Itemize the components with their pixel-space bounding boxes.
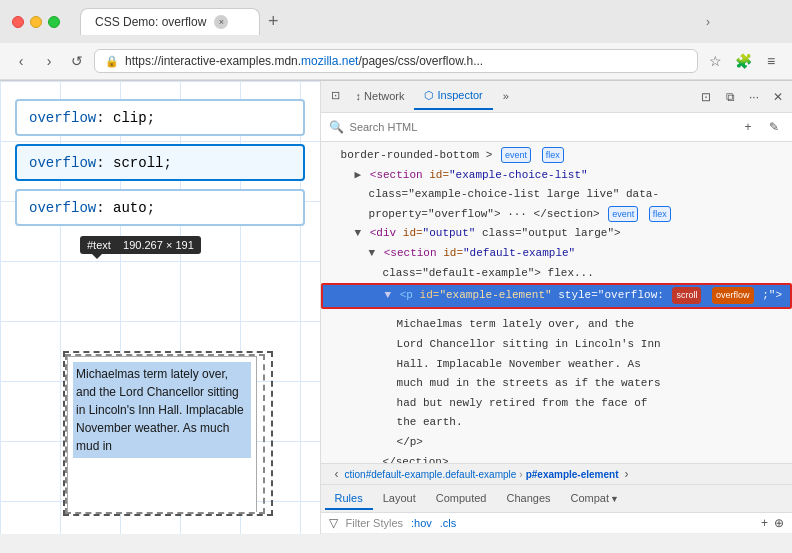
devtools-panel: ⊡ ↕ Network ⬡ Inspector » ⊡ ⧉ ··· ✕ 🔍 <box>321 81 792 534</box>
browser-chrome: CSS Demo: overflow × + › ‹ › ↺ 🔒 https:/… <box>0 0 792 81</box>
nav-bar: ‹ › ↺ 🔒 https://interactive-examples.mdn… <box>0 43 792 80</box>
filter-icon: ▽ <box>329 516 338 530</box>
tab-layout[interactable]: Layout <box>373 488 426 510</box>
breadcrumb-item[interactable]: ction#default-example.default-example <box>345 469 517 480</box>
bookmark-button[interactable]: ☆ <box>704 50 726 72</box>
tree-line[interactable]: Michaelmas term lately over, and the <box>321 315 792 335</box>
network-icon: ↕ <box>356 90 362 102</box>
tab-rules[interactable]: Rules <box>325 488 373 510</box>
tab-network[interactable]: ↕ Network <box>346 84 415 110</box>
tree-line[interactable]: class="example-choice-list large live" d… <box>321 185 792 205</box>
tab-title: CSS Demo: overflow <box>95 15 206 29</box>
tooltip-dimensions: 190.267 × 191 <box>123 239 194 251</box>
popout-devtools-button[interactable]: ⧉ <box>720 87 740 107</box>
breadcrumb-bar: ‹ ction#default-example.default-example … <box>321 463 792 485</box>
tab-computed[interactable]: Computed <box>426 488 497 510</box>
overflow-auto-option[interactable]: overflow: auto; <box>15 189 305 226</box>
tree-line[interactable]: ▼ <section id="default-example" <box>321 244 792 264</box>
refresh-button[interactable]: ↺ <box>66 50 88 72</box>
tree-line[interactable]: had but newly retired from the face of <box>321 394 792 414</box>
more-options-button[interactable]: ··· <box>744 87 764 107</box>
tree-line[interactable]: property="overflow"> ··· </section> even… <box>321 205 792 225</box>
url-text: https://interactive-examples.mdn.mozilla… <box>125 54 483 68</box>
cursor-icon: ⊡ <box>331 89 340 101</box>
url-bar[interactable]: 🔒 https://interactive-examples.mdn.mozil… <box>94 49 698 73</box>
breadcrumb-item-current[interactable]: p#example-element <box>526 469 619 480</box>
breadcrumb-back-button[interactable]: ‹ <box>329 466 345 482</box>
lock-icon: 🔒 <box>105 55 119 68</box>
minimize-window-button[interactable] <box>30 16 42 28</box>
tab-compat[interactable]: Compat▼ <box>561 488 629 510</box>
collapse-icon[interactable]: ▼ <box>355 227 362 239</box>
filter-actions: + ⊕ <box>761 516 784 530</box>
tab-bar: CSS Demo: overflow × + › <box>68 8 780 35</box>
overflow-badge: overflow <box>712 287 754 303</box>
collapse-icon[interactable]: ▼ <box>369 247 376 259</box>
tree-line[interactable]: Lord Chancellor sitting in Lincoln's Inn <box>321 335 792 355</box>
demo-output-inner[interactable]: Michaelmas term lately over, and the Lor… <box>67 356 257 514</box>
devtools-tab-actions: ⊡ ⧉ ··· ✕ <box>696 87 788 107</box>
new-tab-button[interactable]: + <box>268 11 279 32</box>
filter-label: Filter Styles <box>346 517 403 529</box>
menu-button[interactable]: ≡ <box>760 50 782 72</box>
tree-line[interactable]: Hall. Implacable November weather. As <box>321 355 792 375</box>
tree-line[interactable]: ▼ <div id="output" class="output large"> <box>321 224 792 244</box>
close-window-button[interactable] <box>12 16 24 28</box>
element-tooltip: #text 190.267 × 191 <box>80 236 201 254</box>
tree-line[interactable]: much mud in the streets as if the waters <box>321 374 792 394</box>
search-icon: 🔍 <box>329 120 344 134</box>
traffic-lights <box>12 16 60 28</box>
class-pseudo-button[interactable]: .cls <box>440 517 457 529</box>
html-search-bar: 🔍 + ✎ <box>321 113 792 142</box>
demo-options: overflow: clip; overflow: scroll; overfl… <box>0 81 320 244</box>
tree-line[interactable]: </section> <box>321 453 792 464</box>
collapse-icon[interactable]: ▼ <box>385 289 392 301</box>
add-rule-button[interactable]: + <box>761 516 768 530</box>
main-content: overflow: clip; overflow: scroll; overfl… <box>0 81 792 534</box>
add-attribute-button[interactable]: + <box>738 117 758 137</box>
tab-cursor[interactable]: ⊡ <box>325 83 346 110</box>
bottom-tabs: Rules Layout Computed Changes Compat▼ <box>321 485 792 513</box>
breadcrumb-forward-button[interactable]: › <box>619 466 635 482</box>
tooltip-id: #text <box>87 239 111 251</box>
tree-line[interactable]: ▶ <section id="example-choice-list" <box>321 166 792 186</box>
tab-more-devtools[interactable]: » <box>493 84 519 110</box>
devtools-tabs: ⊡ ↕ Network ⬡ Inspector » ⊡ ⧉ ··· ✕ <box>321 81 792 113</box>
search-input[interactable] <box>350 121 732 133</box>
overflow-scroll-option[interactable]: overflow: scroll; <box>15 144 305 181</box>
inspector-icon: ⬡ <box>424 89 434 101</box>
forward-button[interactable]: › <box>38 50 60 72</box>
collapse-icon[interactable]: ▶ <box>355 169 362 181</box>
tab-chevron-icon: › <box>706 15 710 29</box>
copy-rule-button[interactable]: ⊕ <box>774 516 784 530</box>
active-tab[interactable]: CSS Demo: overflow × <box>80 8 260 35</box>
edit-html-button[interactable]: ✎ <box>764 117 784 137</box>
title-bar: CSS Demo: overflow × + › <box>0 0 792 43</box>
extensions-button[interactable]: 🧩 <box>732 50 754 72</box>
maximize-window-button[interactable] <box>48 16 60 28</box>
tree-line[interactable]: </p> <box>321 433 792 453</box>
demo-output[interactable]: Michaelmas term lately over, and the Lor… <box>65 354 265 514</box>
demo-panel: overflow: clip; overflow: scroll; overfl… <box>0 81 321 534</box>
close-devtools-button[interactable]: ✕ <box>768 87 788 107</box>
filter-bar: ▽ Filter Styles :hov .cls + ⊕ <box>321 513 792 534</box>
html-tree[interactable]: border-rounded-bottom > event flex ▶ <se… <box>321 142 792 463</box>
responsive-design-button[interactable]: ⊡ <box>696 87 716 107</box>
compat-dropdown-icon: ▼ <box>610 494 619 504</box>
tree-line[interactable]: the earth. <box>321 413 792 433</box>
breadcrumb-separator: › <box>519 469 522 480</box>
overflow-clip-option[interactable]: overflow: clip; <box>15 99 305 136</box>
selected-tree-line[interactable]: ▼ <p id="example-element" style="overflo… <box>321 283 792 309</box>
scroll-badge: scroll <box>672 287 701 303</box>
tree-line[interactable]: border-rounded-bottom > event flex <box>321 146 792 166</box>
tab-inspector[interactable]: ⬡ Inspector <box>414 83 492 110</box>
back-button[interactable]: ‹ <box>10 50 32 72</box>
tab-changes[interactable]: Changes <box>496 488 560 510</box>
hover-pseudo-button[interactable]: :hov <box>411 517 432 529</box>
demo-output-text: Michaelmas term lately over, and the Lor… <box>73 362 251 458</box>
tab-close-button[interactable]: × <box>214 15 228 29</box>
tree-line[interactable]: class="default-example"> flex... <box>321 264 792 284</box>
